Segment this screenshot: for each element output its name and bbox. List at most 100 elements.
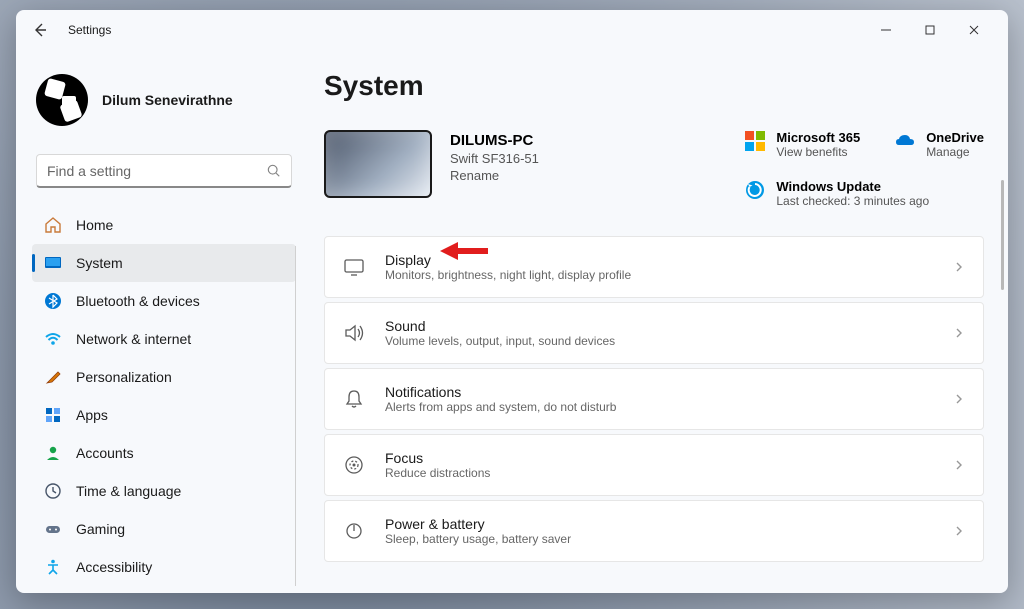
sidebar: Dilum Senevirathne Home System Bluetooth… xyxy=(16,50,304,593)
titlebar-left: Settings xyxy=(28,18,111,42)
tile-sub[interactable]: View benefits xyxy=(776,145,860,159)
person-icon xyxy=(44,444,62,462)
card-sub: Reduce distractions xyxy=(385,466,933,480)
window-body: Dilum Senevirathne Home System Bluetooth… xyxy=(16,50,1008,593)
sidebar-item-accounts[interactable]: Accounts xyxy=(32,434,296,472)
avatar xyxy=(36,74,88,126)
sidebar-item-network[interactable]: Network & internet xyxy=(32,320,296,358)
tile-title: Windows Update xyxy=(776,179,929,194)
bluetooth-icon xyxy=(44,292,62,310)
settings-cards: Display Monitors, brightness, night ligh… xyxy=(324,236,984,562)
search-input[interactable] xyxy=(47,163,267,179)
card-sub: Monitors, brightness, night light, displ… xyxy=(385,268,933,282)
search-box[interactable] xyxy=(36,154,292,188)
clock-icon xyxy=(44,482,62,500)
card-sub: Sleep, battery usage, battery saver xyxy=(385,532,933,546)
pc-info: DILUMS-PC Swift SF316-51 Rename xyxy=(450,130,539,183)
card-text: Focus Reduce distractions xyxy=(385,450,933,480)
sidebar-item-label: Accounts xyxy=(76,445,134,461)
sidebar-item-label: Bluetooth & devices xyxy=(76,293,200,309)
card-text: Notifications Alerts from apps and syste… xyxy=(385,384,933,414)
maximize-button[interactable] xyxy=(908,15,952,45)
sound-icon xyxy=(343,322,365,344)
close-icon xyxy=(969,25,979,35)
home-icon xyxy=(44,216,62,234)
sidebar-item-label: System xyxy=(76,255,123,271)
sidebar-item-personalization[interactable]: Personalization xyxy=(32,358,296,396)
tile-microsoft365[interactable]: Microsoft 365 View benefits xyxy=(744,130,860,159)
pc-thumbnail[interactable] xyxy=(324,130,432,198)
sidebar-item-label: Accessibility xyxy=(76,559,152,575)
pc-name: DILUMS-PC xyxy=(450,132,539,149)
titlebar: Settings xyxy=(16,10,1008,50)
chevron-right-icon xyxy=(953,327,965,339)
wifi-icon xyxy=(44,330,62,348)
system-icon xyxy=(44,254,62,272)
card-focus[interactable]: Focus Reduce distractions xyxy=(324,434,984,496)
sidebar-item-time-language[interactable]: Time & language xyxy=(32,472,296,510)
back-arrow-icon xyxy=(32,22,48,38)
info-tiles: Microsoft 365 View benefits OneDrive Man… xyxy=(744,130,984,208)
window-title: Settings xyxy=(68,23,111,37)
sidebar-item-apps[interactable]: Apps xyxy=(32,396,296,434)
display-icon xyxy=(343,256,365,278)
window-controls xyxy=(864,15,996,45)
pc-model: Swift SF316-51 xyxy=(450,151,539,166)
card-notifications[interactable]: Notifications Alerts from apps and syste… xyxy=(324,368,984,430)
card-title: Notifications xyxy=(385,384,933,400)
page-title: System xyxy=(324,70,984,102)
sidebar-item-label: Apps xyxy=(76,407,108,423)
card-text: Power & battery Sleep, battery usage, ba… xyxy=(385,516,933,546)
windows-update-icon xyxy=(744,179,766,201)
bell-icon xyxy=(343,388,365,410)
tile-text: Windows Update Last checked: 3 minutes a… xyxy=(776,179,929,208)
apps-icon xyxy=(44,406,62,424)
sidebar-item-accessibility[interactable]: Accessibility xyxy=(32,548,296,586)
minimize-button[interactable] xyxy=(864,15,908,45)
sidebar-item-label: Home xyxy=(76,217,113,233)
back-button[interactable] xyxy=(28,18,52,42)
chevron-right-icon xyxy=(953,525,965,537)
sidebar-item-label: Network & internet xyxy=(76,331,191,347)
sidebar-item-gaming[interactable]: Gaming xyxy=(32,510,296,548)
main-content: System DILUMS-PC Swift SF316-51 Rename M… xyxy=(304,50,1008,593)
card-title: Display xyxy=(385,252,933,268)
chevron-right-icon xyxy=(953,459,965,471)
power-icon xyxy=(343,520,365,542)
maximize-icon xyxy=(925,25,935,35)
pc-rename-link[interactable]: Rename xyxy=(450,168,539,183)
tile-title: Microsoft 365 xyxy=(776,130,860,145)
settings-window: Settings Dilum Senevirathne Home xyxy=(16,10,1008,593)
tile-title: OneDrive xyxy=(926,130,984,145)
microsoft365-icon xyxy=(744,130,766,152)
profile[interactable]: Dilum Senevirathne xyxy=(32,66,296,142)
scrollbar-thumb[interactable] xyxy=(1001,180,1004,290)
card-sound[interactable]: Sound Volume levels, output, input, soun… xyxy=(324,302,984,364)
tile-sub[interactable]: Manage xyxy=(926,145,984,159)
tile-sub[interactable]: Last checked: 3 minutes ago xyxy=(776,194,929,208)
card-display[interactable]: Display Monitors, brightness, night ligh… xyxy=(324,236,984,298)
sidebar-nav: Home System Bluetooth & devices Network … xyxy=(32,206,296,586)
chevron-right-icon xyxy=(953,393,965,405)
card-title: Sound xyxy=(385,318,933,334)
focus-icon xyxy=(343,454,365,476)
pc-info-row: DILUMS-PC Swift SF316-51 Rename Microsof… xyxy=(324,130,984,208)
onedrive-icon xyxy=(894,130,916,152)
gamepad-icon xyxy=(44,520,62,538)
card-power-battery[interactable]: Power & battery Sleep, battery usage, ba… xyxy=(324,500,984,562)
tile-text: OneDrive Manage xyxy=(926,130,984,159)
close-button[interactable] xyxy=(952,15,996,45)
sidebar-item-label: Gaming xyxy=(76,521,125,537)
minimize-icon xyxy=(881,25,891,35)
tile-onedrive[interactable]: OneDrive Manage xyxy=(894,130,984,159)
card-title: Focus xyxy=(385,450,933,466)
card-title: Power & battery xyxy=(385,516,933,532)
sidebar-item-home[interactable]: Home xyxy=(32,206,296,244)
chevron-right-icon xyxy=(953,261,965,273)
sidebar-item-bluetooth[interactable]: Bluetooth & devices xyxy=(32,282,296,320)
profile-name: Dilum Senevirathne xyxy=(102,92,233,108)
accessibility-icon xyxy=(44,558,62,576)
tile-windows-update[interactable]: Windows Update Last checked: 3 minutes a… xyxy=(744,179,984,208)
card-sub: Volume levels, output, input, sound devi… xyxy=(385,334,933,348)
sidebar-item-system[interactable]: System xyxy=(32,244,296,282)
